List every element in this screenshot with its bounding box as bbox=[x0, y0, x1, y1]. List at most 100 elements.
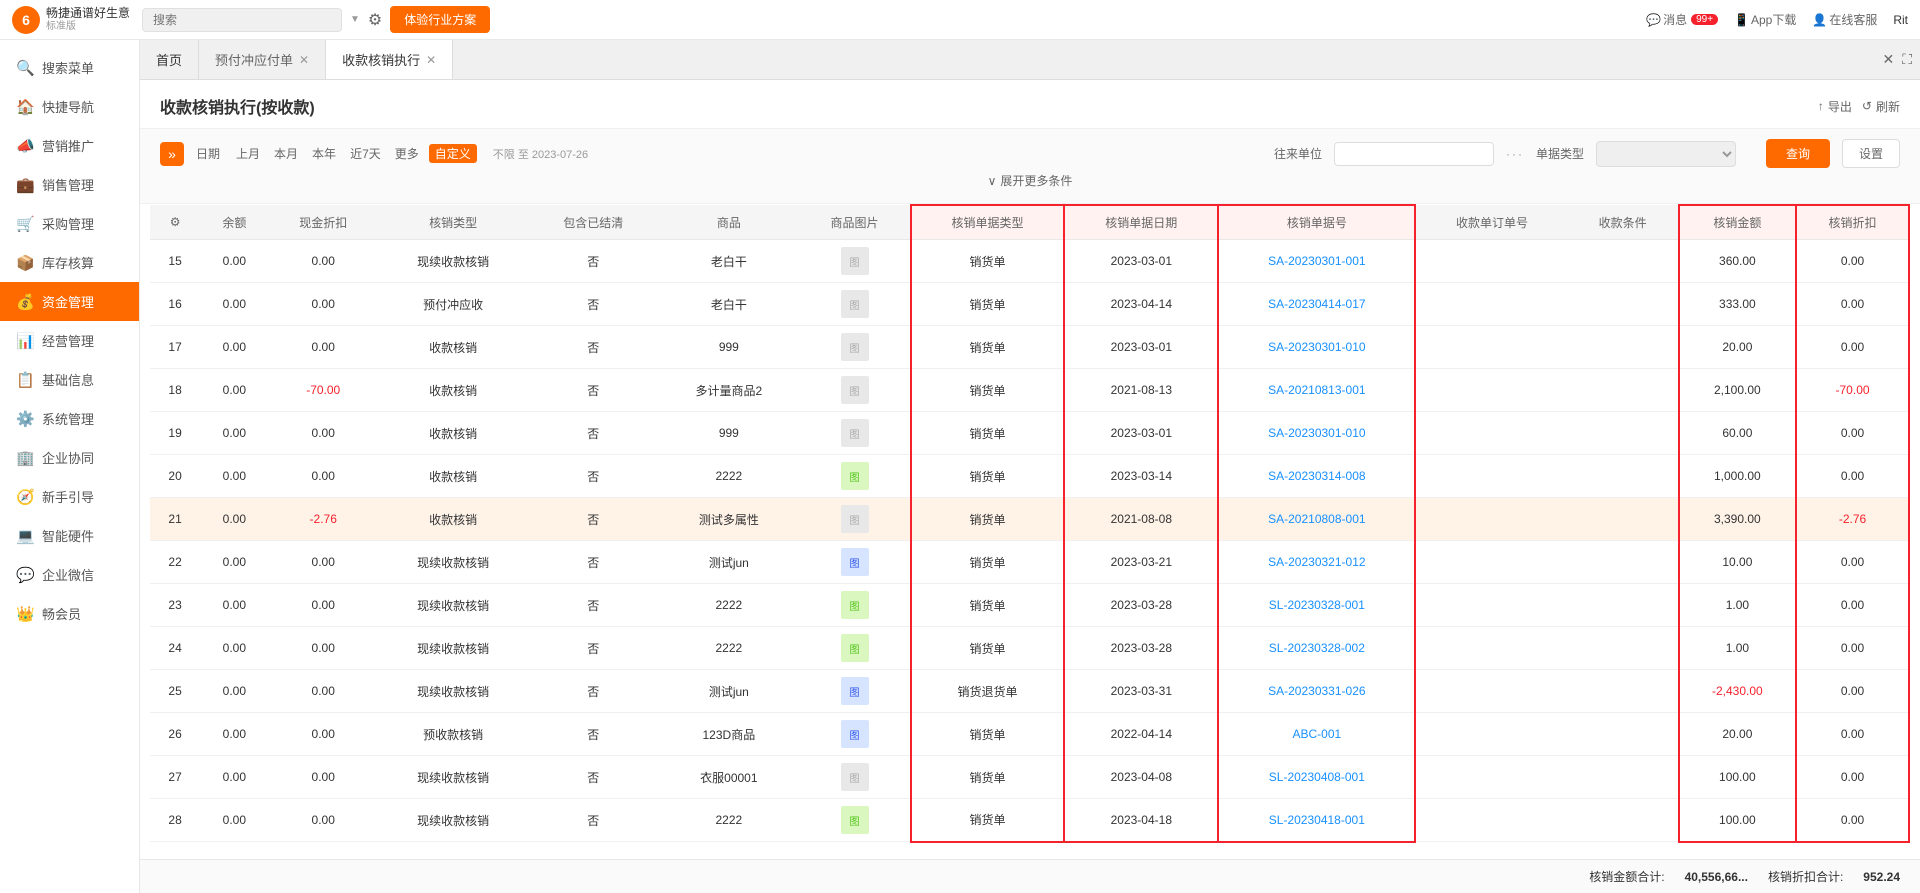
solution-button[interactable]: 体验行业方案 bbox=[390, 6, 490, 33]
td-product: 2222 bbox=[658, 799, 799, 842]
verify-no-link[interactable]: SA-20230301-001 bbox=[1268, 254, 1365, 268]
online-service-btn[interactable]: 👤 在线客服 bbox=[1812, 11, 1877, 28]
td-cash-discount: 0.00 bbox=[269, 283, 378, 326]
verify-no-link[interactable]: SL-20230328-002 bbox=[1269, 641, 1365, 655]
td-verify-type: 现续收款核销 bbox=[378, 756, 528, 799]
verify-no-link[interactable]: SL-20230418-001 bbox=[1269, 813, 1365, 827]
date-btn-last-month[interactable]: 上月 bbox=[232, 143, 264, 164]
message-badge: 99+ bbox=[1691, 14, 1718, 25]
sidebar-item-system[interactable]: ⚙️ 系统管理 bbox=[0, 399, 139, 438]
refresh-button[interactable]: ↺ 刷新 bbox=[1862, 98, 1900, 115]
td-verify-discount: 0.00 bbox=[1796, 756, 1909, 799]
sidebar-item-finance[interactable]: 💰 资金管理 bbox=[0, 282, 139, 321]
tab-prepay-close[interactable]: ✕ bbox=[299, 53, 309, 67]
td-product-img: 图 bbox=[800, 627, 911, 670]
verify-no-link[interactable]: SA-20230414-017 bbox=[1268, 297, 1365, 311]
page-content: 收款核销执行(按收款) ↑ 导出 ↺ 刷新 » 日期 bbox=[140, 80, 1920, 893]
sidebar-item-business[interactable]: 📊 经营管理 bbox=[0, 321, 139, 360]
date-btn-custom[interactable]: 自定义 bbox=[429, 144, 477, 163]
td-product-img: 图 bbox=[800, 369, 911, 412]
th-product-img: 商品图片 bbox=[800, 205, 911, 240]
gear-button[interactable]: ⚙ bbox=[368, 10, 382, 30]
sidebar-item-wechat[interactable]: 💬 企业微信 bbox=[0, 555, 139, 594]
td-verify-bill-type: 销货单 bbox=[911, 627, 1065, 670]
sidebar-item-basic[interactable]: 📋 基础信息 bbox=[0, 360, 139, 399]
bill-type-select[interactable]: 销货单 销货退货单 bbox=[1596, 141, 1736, 167]
td-verify-amount: 10.00 bbox=[1679, 541, 1796, 584]
verify-no-link[interactable]: SL-20230328-001 bbox=[1269, 598, 1365, 612]
td-verify-type: 收款核销 bbox=[378, 369, 528, 412]
sidebar-item-inventory[interactable]: 📦 库存核算 bbox=[0, 243, 139, 282]
td-product-img: 图 bbox=[800, 670, 911, 713]
setting-button[interactable]: 设置 bbox=[1842, 139, 1900, 168]
sidebar-item-quick[interactable]: 🏠 快捷导航 bbox=[0, 87, 139, 126]
td-verify-amount: 1.00 bbox=[1679, 627, 1796, 670]
th-verify-no: 核销单据号 bbox=[1218, 205, 1415, 240]
table-row: 18 0.00 -70.00 收款核销 否 多计量商品2 图 销货单 2021-… bbox=[150, 369, 1909, 412]
page-header-actions: ↑ 导出 ↺ 刷新 bbox=[1818, 98, 1900, 115]
td-verify-type: 现续收款核销 bbox=[378, 240, 528, 283]
tab-verify[interactable]: 收款核销执行 ✕ bbox=[326, 40, 453, 79]
sidebar-label-hardware: 智能硬件 bbox=[42, 526, 94, 545]
filter-expand-button[interactable]: » bbox=[160, 142, 184, 166]
sidebar-item-marketing[interactable]: 📣 营销推广 bbox=[0, 126, 139, 165]
verify-no-link[interactable]: SA-20210813-001 bbox=[1268, 383, 1365, 397]
sidebar-item-purchase[interactable]: 🛒 采购管理 bbox=[0, 204, 139, 243]
tab-maximize-button[interactable]: ⛶ bbox=[1902, 51, 1912, 68]
topbar-right: 💬 消息 99+ 📱 App下载 👤 在线客服 Rit bbox=[1646, 11, 1908, 28]
query-button[interactable]: 查询 bbox=[1766, 139, 1830, 168]
td-cash-discount: 0.00 bbox=[269, 713, 378, 756]
table-row: 15 0.00 0.00 现续收款核销 否 老白干 图 销货单 2023-03-… bbox=[150, 240, 1909, 283]
date-btn-7days[interactable]: 近7天 bbox=[346, 143, 385, 164]
td-balance: 0.00 bbox=[200, 240, 268, 283]
td-receipt-order-no bbox=[1415, 455, 1567, 498]
td-balance: 0.00 bbox=[200, 326, 268, 369]
tab-prepay[interactable]: 预付冲应付单 ✕ bbox=[199, 40, 326, 79]
verify-no-link[interactable]: SA-20230301-010 bbox=[1268, 340, 1365, 354]
message-btn[interactable]: 💬 消息 99+ bbox=[1646, 11, 1718, 28]
td-receipt-order-no bbox=[1415, 498, 1567, 541]
tab-verify-close[interactable]: ✕ bbox=[426, 53, 436, 67]
td-product: 2222 bbox=[658, 627, 799, 670]
td-verify-amount: 100.00 bbox=[1679, 799, 1796, 842]
sidebar-item-member[interactable]: 👑 畅会员 bbox=[0, 594, 139, 633]
td-verify-no: SA-20210813-001 bbox=[1218, 369, 1415, 412]
verify-no-link[interactable]: SA-20230331-026 bbox=[1268, 684, 1365, 698]
date-btn-more[interactable]: 更多 bbox=[391, 143, 423, 164]
th-settings[interactable]: ⚙ bbox=[150, 205, 200, 240]
tab-close-all-button[interactable]: ✕ bbox=[1882, 51, 1894, 68]
td-row-no: 28 bbox=[150, 799, 200, 842]
sidebar-item-hardware[interactable]: 💻 智能硬件 bbox=[0, 516, 139, 555]
td-product-img: 图 bbox=[800, 541, 911, 584]
verify-no-link[interactable]: SA-20230321-012 bbox=[1268, 555, 1365, 569]
td-balance: 0.00 bbox=[200, 713, 268, 756]
sidebar-item-guide[interactable]: 🧭 新手引导 bbox=[0, 477, 139, 516]
date-btn-this-month[interactable]: 本月 bbox=[270, 143, 302, 164]
date-filter-label: 日期 bbox=[196, 145, 220, 162]
td-receipt-order-no bbox=[1415, 756, 1567, 799]
app-download-btn[interactable]: 📱 App下载 bbox=[1734, 11, 1796, 28]
top-bar: 6 畅捷通谱好生意 标准版 ▼ ⚙ 体验行业方案 💬 消息 99+ 📱 App下… bbox=[0, 0, 1920, 40]
export-button[interactable]: ↑ 导出 bbox=[1818, 98, 1852, 115]
verify-no-link[interactable]: SA-20230314-008 bbox=[1268, 469, 1365, 483]
tab-prepay-label: 预付冲应付单 bbox=[215, 50, 293, 69]
tab-home[interactable]: 首页 bbox=[140, 40, 199, 79]
td-product-img: 图 bbox=[800, 756, 911, 799]
table-row: 28 0.00 0.00 现续收款核销 否 2222 图 销货单 2023-04… bbox=[150, 799, 1909, 842]
td-receipt-condition bbox=[1568, 584, 1679, 627]
verify-no-link[interactable]: SA-20210808-001 bbox=[1268, 512, 1365, 526]
from-unit-input[interactable] bbox=[1334, 142, 1494, 166]
td-row-no: 22 bbox=[150, 541, 200, 584]
sidebar-item-search[interactable]: 🔍 搜索菜单 bbox=[0, 48, 139, 87]
td-verify-discount: 0.00 bbox=[1796, 283, 1909, 326]
expand-conditions-btn[interactable]: ∨ 展开更多条件 bbox=[160, 168, 1900, 193]
sidebar-item-corp[interactable]: 🏢 企业协同 bbox=[0, 438, 139, 477]
td-verify-no: SL-20230418-001 bbox=[1218, 799, 1415, 842]
verify-no-link[interactable]: SA-20230301-010 bbox=[1268, 426, 1365, 440]
verify-no-link[interactable]: SL-20230408-001 bbox=[1269, 770, 1365, 784]
sidebar-item-sales[interactable]: 💼 销售管理 bbox=[0, 165, 139, 204]
verify-no-link[interactable]: ABC-001 bbox=[1292, 727, 1341, 741]
date-btn-this-year[interactable]: 本年 bbox=[308, 143, 340, 164]
td-receipt-condition bbox=[1568, 799, 1679, 842]
search-input[interactable] bbox=[142, 8, 342, 32]
